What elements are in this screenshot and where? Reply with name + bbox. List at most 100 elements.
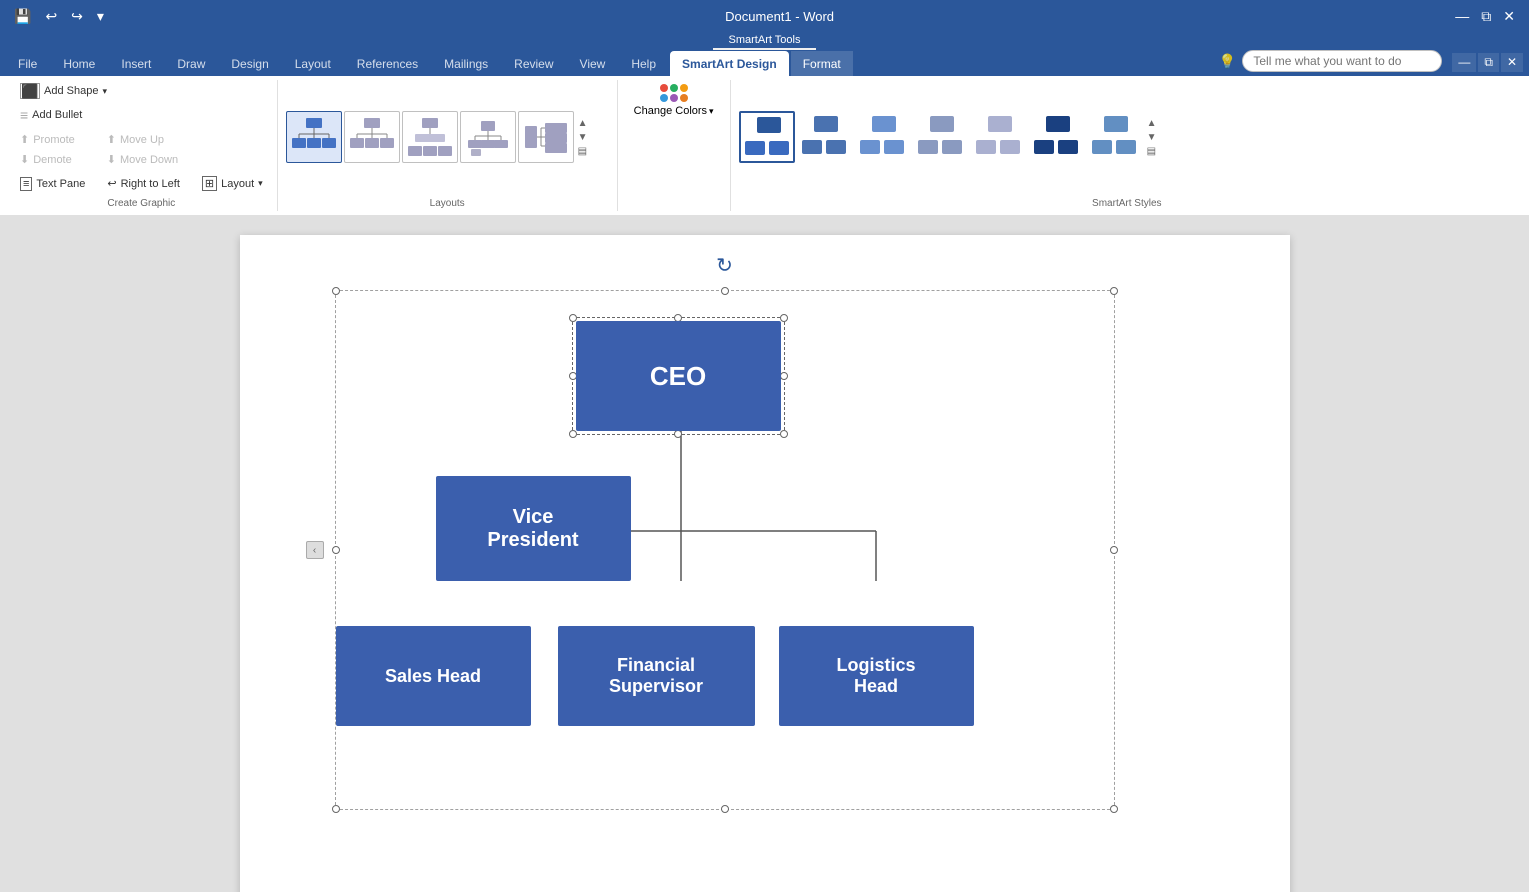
text-pane-button[interactable]: ≡ Text Pane xyxy=(14,173,91,194)
org-chart: CEO VicePresident Sales Head FinancialSu… xyxy=(336,291,1114,809)
gallery-scroll: ▲ ▼ ▤ xyxy=(576,117,590,158)
tab-layout[interactable]: Layout xyxy=(283,51,343,76)
window-minimize[interactable]: — xyxy=(1452,53,1476,72)
save-icon[interactable]: 💾 xyxy=(10,6,35,27)
add-shape-button[interactable]: ⬛ Add Shape ▾ xyxy=(14,80,113,102)
add-shape-icon: ⬛ xyxy=(20,83,40,99)
text-pane-toggle[interactable]: ‹ xyxy=(306,541,324,559)
vice-president-box[interactable]: VicePresident xyxy=(436,476,631,581)
ceo-handle-tr[interactable] xyxy=(780,314,788,322)
ribbon-content: ⬛ Add Shape ▾ ≡ Add Bullet ⬆ Promote ⬇ xyxy=(0,76,1529,215)
layout-item-2[interactable] xyxy=(344,111,400,163)
styles-scroll-down[interactable]: ▼ xyxy=(1145,131,1159,144)
ribbon-tabs-area: SmartArt Tools File Home Insert Draw Des… xyxy=(0,32,1529,76)
ceo-handle-tl[interactable] xyxy=(569,314,577,322)
layouts-gallery xyxy=(286,111,574,163)
text-pane-icon: ≡ xyxy=(20,177,32,191)
change-colors-group: Change Colors ▾ xyxy=(618,80,731,211)
tab-smartart-design[interactable]: SmartArt Design xyxy=(670,51,789,76)
tab-mailings[interactable]: Mailings xyxy=(432,51,500,76)
style-item-1[interactable] xyxy=(739,111,795,163)
rotate-handle[interactable]: ↻ xyxy=(716,253,733,278)
styles-expand[interactable]: ▤ xyxy=(1145,145,1159,158)
promote-button[interactable]: ⬆ Promote xyxy=(14,130,81,149)
tell-me-input[interactable] xyxy=(1242,50,1442,72)
styles-gallery-scroll: ▲ ▼ ▤ xyxy=(1145,117,1159,158)
customize-icon[interactable]: ▾ xyxy=(93,6,108,27)
style-item-5[interactable] xyxy=(971,111,1027,163)
restore-icon[interactable]: ⧉ xyxy=(1477,6,1495,27)
style-item-6[interactable] xyxy=(1029,111,1085,163)
layout-icon: ⊞ xyxy=(202,176,217,191)
right-to-left-button[interactable]: ↩ Right to Left xyxy=(101,173,186,194)
financial-supervisor-box[interactable]: FinancialSupervisor xyxy=(558,626,755,726)
move-down-button[interactable]: ⬇ Move Down xyxy=(101,150,184,169)
color-dot-purple xyxy=(670,94,678,102)
change-colors-button[interactable]: Change Colors ▾ xyxy=(626,80,722,121)
ribbon-tabs: File Home Insert Draw Design Layout Refe… xyxy=(0,32,1529,76)
sales-head-box[interactable]: Sales Head xyxy=(336,626,531,726)
move-up-button[interactable]: ⬆ Move Up xyxy=(101,130,184,149)
move-down-icon: ⬇ xyxy=(107,153,116,166)
smartart-container[interactable]: ‹ ↻ xyxy=(335,290,1115,810)
right-to-left-icon: ↩ xyxy=(107,177,116,190)
add-bullet-button[interactable]: ≡ Add Bullet xyxy=(14,104,88,126)
window-restore[interactable]: ⧉ xyxy=(1478,53,1499,72)
tab-draw[interactable]: Draw xyxy=(165,51,217,76)
tab-review[interactable]: Review xyxy=(502,51,565,76)
layouts-label: Layouts xyxy=(286,194,609,211)
tab-help[interactable]: Help xyxy=(619,51,668,76)
ceo-selection-wrapper: CEO xyxy=(576,321,781,431)
minimize-icon[interactable]: — xyxy=(1451,6,1473,26)
gallery-scroll-up[interactable]: ▲ xyxy=(576,117,590,130)
layout-item-5[interactable] xyxy=(518,111,574,163)
document-page: ‹ ↻ xyxy=(240,235,1290,892)
demote-button[interactable]: ⬇ Demote xyxy=(14,150,81,169)
gallery-expand[interactable]: ▤ xyxy=(576,145,590,158)
ceo-handle-bl[interactable] xyxy=(569,430,577,438)
ceo-handle-bc[interactable] xyxy=(674,430,682,438)
ceo-handle-mr[interactable] xyxy=(780,372,788,380)
redo-icon[interactable]: ↪ xyxy=(67,6,87,27)
tab-references[interactable]: References xyxy=(345,51,430,76)
layout-item-1[interactable] xyxy=(286,111,342,163)
tab-file[interactable]: File xyxy=(6,51,49,76)
logistics-head-box[interactable]: LogisticsHead xyxy=(779,626,974,726)
style-item-2[interactable] xyxy=(797,111,853,163)
create-graphic-label: Create Graphic xyxy=(14,194,269,211)
lightbulb-icon: 💡 xyxy=(1219,53,1236,70)
close-icon[interactable]: ✕ xyxy=(1499,6,1519,27)
style-item-7[interactable] xyxy=(1087,111,1143,163)
ceo-handle-br[interactable] xyxy=(780,430,788,438)
style-item-4[interactable] xyxy=(913,111,969,163)
style-item-3[interactable] xyxy=(855,111,911,163)
tab-insert[interactable]: Insert xyxy=(109,51,163,76)
gallery-scroll-down[interactable]: ▼ xyxy=(576,131,590,144)
promote-icon: ⬆ xyxy=(20,133,29,146)
quick-access-toolbar: 💾 ↩ ↪ ▾ xyxy=(10,6,108,27)
window-close[interactable]: ✕ xyxy=(1501,53,1523,72)
tell-me-area: 💡 xyxy=(1219,50,1442,76)
change-colors-label: Change Colors ▾ xyxy=(634,105,714,117)
demote-icon: ⬇ xyxy=(20,153,29,166)
tab-view[interactable]: View xyxy=(568,51,618,76)
undo-icon[interactable]: ↩ xyxy=(41,6,61,27)
tab-home[interactable]: Home xyxy=(51,51,107,76)
layout-item-4[interactable] xyxy=(460,111,516,163)
document-area: ‹ ↻ xyxy=(0,215,1529,892)
layout-item-3[interactable] xyxy=(402,111,458,163)
color-dot-blue xyxy=(660,94,668,102)
color-dot-darkorange xyxy=(680,94,688,102)
create-graphic-group: ⬛ Add Shape ▾ ≡ Add Bullet ⬆ Promote ⬇ xyxy=(6,80,278,211)
window-title: Document1 - Word xyxy=(108,9,1451,24)
color-dot-orange xyxy=(680,84,688,92)
layout-button[interactable]: ⊞ Layout ▾ xyxy=(196,173,269,194)
styles-scroll-up[interactable]: ▲ xyxy=(1145,117,1159,130)
add-bullet-icon: ≡ xyxy=(20,107,28,123)
ceo-box[interactable]: CEO xyxy=(576,321,781,431)
color-dot-green xyxy=(670,84,678,92)
title-bar: 💾 ↩ ↪ ▾ Document1 - Word — ⧉ ✕ xyxy=(0,0,1529,32)
tab-format[interactable]: Format xyxy=(791,51,853,76)
tab-design[interactable]: Design xyxy=(219,51,280,76)
move-up-icon: ⬆ xyxy=(107,133,116,146)
